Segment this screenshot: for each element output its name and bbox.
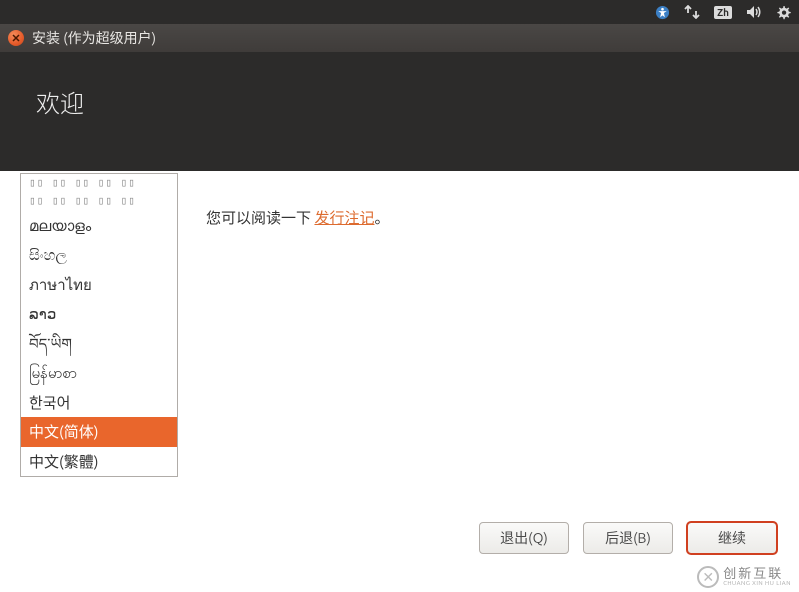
list-item[interactable]: ภาษาไทย — [21, 270, 177, 300]
accessibility-icon[interactable] — [655, 5, 670, 20]
window-titlebar: 安装 (作为超级用户) — [0, 24, 799, 52]
list-item[interactable]: မြန်မာစာ — [21, 358, 177, 388]
list-item-selected[interactable]: 中文(简体) — [21, 417, 177, 447]
list-item[interactable]: ▯▯ ▯▯ ▯▯ ▯▯ ▯▯ — [21, 174, 177, 192]
window-title: 安装 (作为超级用户) — [32, 28, 156, 48]
release-notes-link[interactable]: 发行注记 — [314, 209, 374, 226]
header-area: 欢迎 — [0, 52, 799, 171]
page-heading: 欢迎 — [36, 84, 763, 119]
button-bar: 退出(Q) 后退(B) 继续 — [479, 522, 777, 554]
language-list[interactable]: ▯▯ ▯▯ ▯▯ ▯▯ ▯▯ ▯▯ ▯▯ ▯▯ ▯▯ ▯▯ മലയാളം සිං… — [20, 173, 178, 477]
list-item[interactable]: བོད་ཡིག — [21, 329, 177, 359]
list-item[interactable]: ▯▯ ▯▯ ▯▯ ▯▯ ▯▯ — [21, 192, 177, 210]
list-item[interactable]: 日本語 — [21, 476, 177, 477]
volume-icon[interactable] — [746, 5, 762, 19]
main-content: ▯▯ ▯▯ ▯▯ ▯▯ ▯▯ ▯▯ ▯▯ ▯▯ ▯▯ ▯▯ മലയാളം සිං… — [0, 171, 799, 477]
list-item[interactable]: සිංහල — [21, 240, 177, 270]
list-item[interactable]: ລາວ — [21, 299, 177, 329]
system-menubar: Zh — [0, 0, 799, 24]
watermark: ✕ 创新互联 CHUANG XIN HU LIAN — [697, 566, 791, 588]
back-button[interactable]: 后退(B) — [583, 522, 673, 554]
list-item[interactable]: 한국어 — [21, 388, 177, 418]
list-item[interactable]: 中文(繁體) — [21, 447, 177, 477]
gear-icon[interactable] — [776, 5, 791, 20]
watermark-logo-icon: ✕ — [697, 566, 719, 588]
list-item[interactable]: മലയാളം — [21, 211, 177, 241]
continue-button[interactable]: 继续 — [687, 522, 777, 554]
ime-indicator[interactable]: Zh — [714, 6, 732, 19]
network-icon[interactable] — [684, 5, 700, 19]
close-button[interactable] — [8, 30, 24, 46]
quit-button[interactable]: 退出(Q) — [479, 522, 569, 554]
release-notes-text: 您可以阅读一下 发行注记。 — [178, 171, 409, 477]
